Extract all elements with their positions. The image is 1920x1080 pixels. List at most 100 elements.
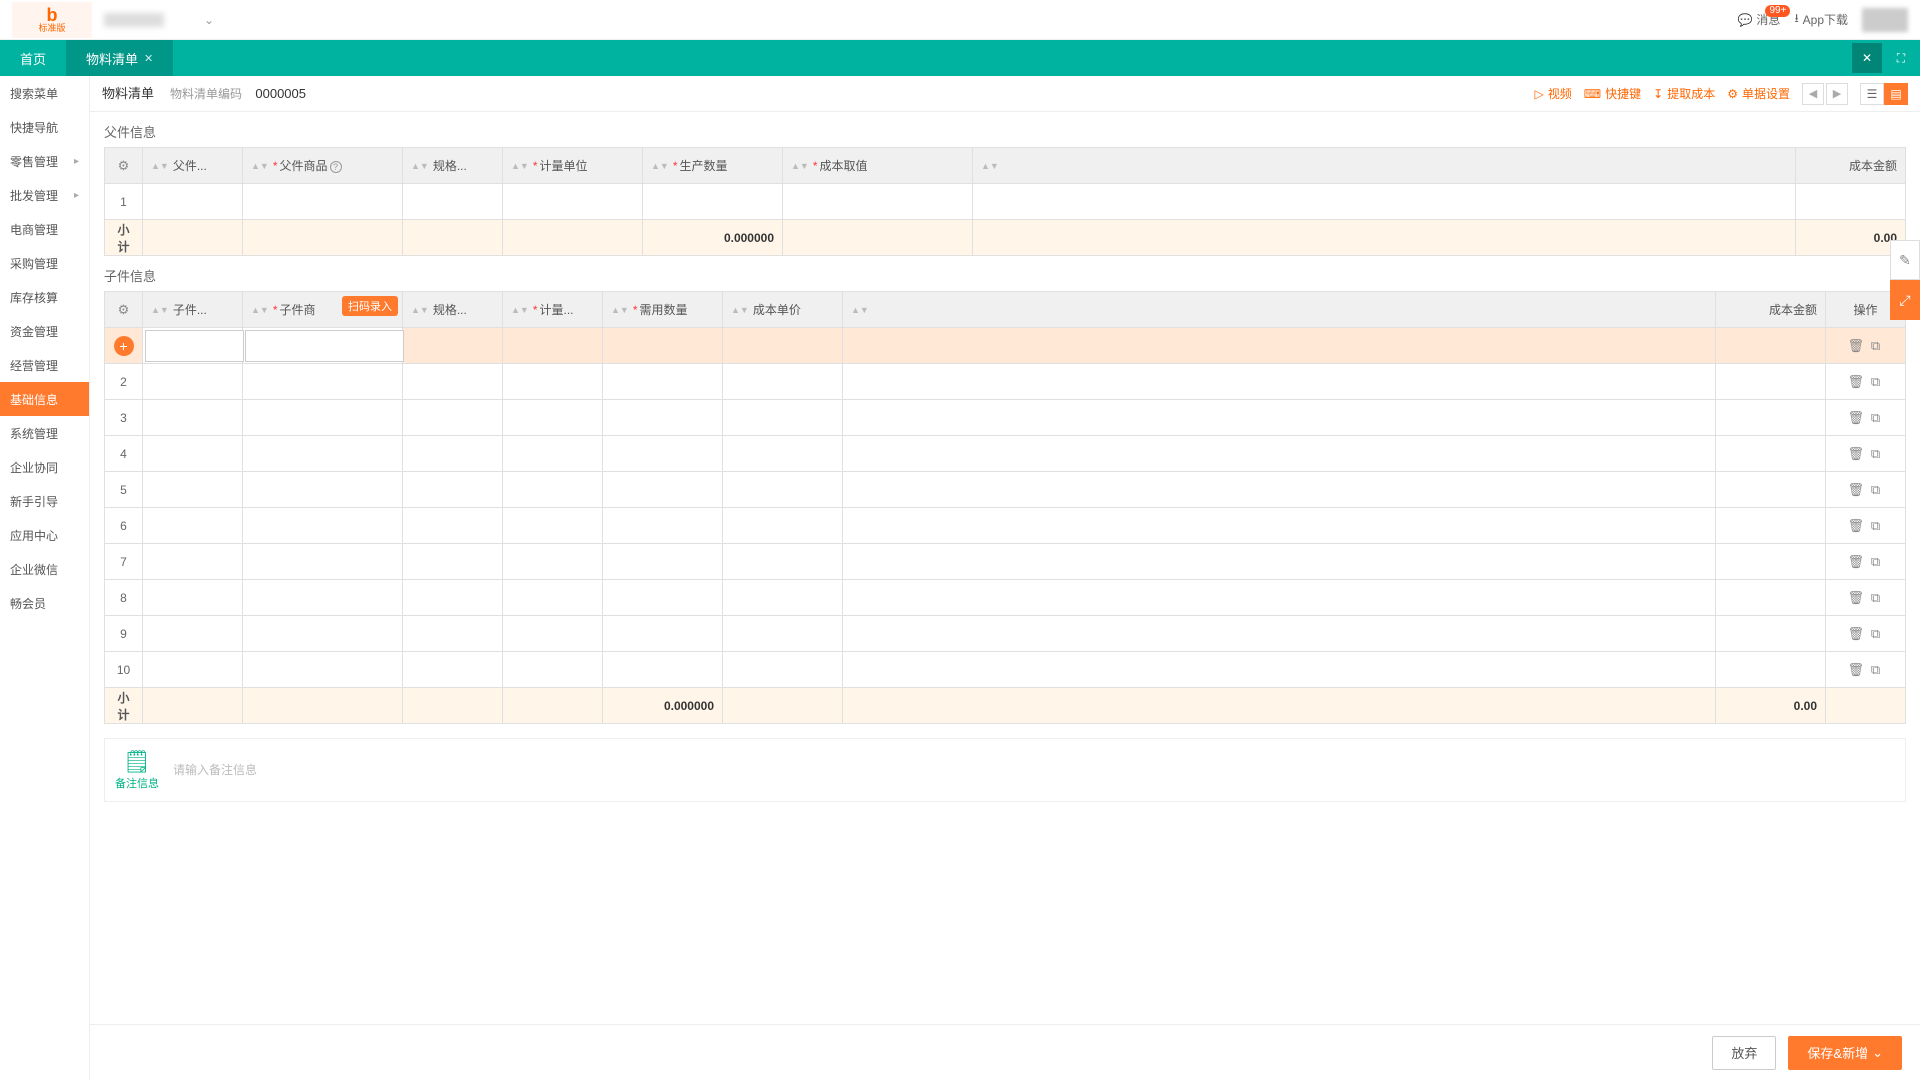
sidebar-item-10[interactable]: 系统管理 [0,416,89,450]
sort-icon[interactable]: ▲▼ [151,308,169,313]
child-product-cell[interactable] [243,652,403,688]
child-cell[interactable] [603,508,723,544]
next-record-button[interactable]: ▶ [1826,83,1848,105]
child-row[interactable]: 6🗑⧉ [105,508,1906,544]
sidebar-item-6[interactable]: 库存核算 [0,280,89,314]
sidebar-item-9[interactable]: 基础信息 [0,382,89,416]
child-cell[interactable] [1716,652,1826,688]
child-cell[interactable] [503,400,603,436]
copy-row-icon[interactable]: ⧉ [1868,662,1884,678]
edge-edit-button[interactable]: ✎ [1890,240,1920,280]
copy-row-icon[interactable]: ⧉ [1868,554,1884,570]
view-form-button[interactable]: ▤ [1884,83,1908,105]
child-cell[interactable] [503,652,603,688]
sidebar-item-13[interactable]: 应用中心 [0,518,89,552]
brand-logo[interactable]: b 标准版 [12,2,92,38]
child-row[interactable]: 8🗑⧉ [105,580,1906,616]
child-cell[interactable] [1716,364,1826,400]
help-icon[interactable]: ? [330,161,342,173]
messages-button[interactable]: 💬 消息 99+ [1737,11,1780,28]
sort-icon[interactable]: ▲▼ [151,164,169,169]
child-row[interactable]: +🗑⧉ [105,328,1906,364]
child-cell[interactable] [723,328,843,364]
delete-row-icon[interactable]: 🗑 [1848,518,1864,534]
child-cell[interactable] [723,652,843,688]
add-row-button[interactable]: + [114,336,134,356]
delete-row-icon[interactable]: 🗑 [1848,410,1864,426]
shortcut-link[interactable]: ⌨ 快捷键 [1584,85,1641,102]
extract-cost-link[interactable]: ↧ 提取成本 [1653,85,1715,102]
child-row[interactable]: 7🗑⧉ [105,544,1906,580]
child-product-cell[interactable] [243,400,403,436]
child-cell[interactable] [603,328,723,364]
child-code-cell[interactable] [143,652,243,688]
child-cell[interactable] [723,472,843,508]
copy-row-icon[interactable]: ⧉ [1868,626,1884,642]
child-cell[interactable] [603,400,723,436]
child-cell[interactable] [603,364,723,400]
child-cell[interactable] [723,400,843,436]
sidebar-item-4[interactable]: 电商管理 [0,212,89,246]
child-row[interactable]: 2🗑⧉ [105,364,1906,400]
child-cell[interactable] [603,652,723,688]
sidebar-item-11[interactable]: 企业协同 [0,450,89,484]
child-cell[interactable] [403,400,503,436]
close-icon[interactable]: ✕ [144,52,153,65]
child-code-cell[interactable] [143,616,243,652]
save-and-new-button[interactable]: 保存&新增⌄ [1788,1036,1902,1070]
delete-row-icon[interactable]: 🗑 [1848,554,1864,570]
sort-icon[interactable]: ▲▼ [511,164,529,169]
child-cell[interactable] [723,544,843,580]
child-cell[interactable] [403,364,503,400]
child-cell[interactable] [1716,472,1826,508]
child-cell[interactable] [603,580,723,616]
child-cell[interactable] [503,364,603,400]
child-cell[interactable] [603,436,723,472]
video-link[interactable]: ▷ 视频 [1535,85,1572,102]
parent-code-cell[interactable] [143,184,243,220]
sidebar-item-14[interactable]: 企业微信 [0,552,89,586]
delete-row-icon[interactable]: 🗑 [1848,662,1864,678]
content-tab-main[interactable]: 物料清单 [102,83,154,104]
delete-row-icon[interactable]: 🗑 [1848,446,1864,462]
child-cell[interactable] [503,436,603,472]
child-cell[interactable] [403,508,503,544]
delete-row-icon[interactable]: 🗑 [1848,374,1864,390]
discard-button[interactable]: 放弃 [1712,1036,1776,1070]
child-cell[interactable] [843,616,1716,652]
parent-row[interactable]: 1 [105,184,1906,220]
delete-row-icon[interactable]: 🗑 [1848,482,1864,498]
sidebar-item-5[interactable]: 采购管理 [0,246,89,280]
user-avatar[interactable] [1862,8,1908,32]
sidebar-item-2[interactable]: 零售管理▸ [0,144,89,178]
sort-icon[interactable]: ▲▼ [511,308,529,313]
edge-expand-button[interactable]: ⤢ [1890,280,1920,320]
child-cell[interactable] [843,436,1716,472]
sidebar-item-7[interactable]: 资金管理 [0,314,89,348]
child-code-cell[interactable] [143,508,243,544]
child-cell[interactable] [843,364,1716,400]
sort-icon[interactable]: ▲▼ [731,308,749,313]
child-row[interactable]: 10🗑⧉ [105,652,1906,688]
child-code-cell[interactable] [143,400,243,436]
child-product-cell[interactable] [243,616,403,652]
child-cell[interactable] [403,652,503,688]
child-cell[interactable] [723,580,843,616]
child-cell[interactable] [503,472,603,508]
copy-row-icon[interactable]: ⧉ [1868,410,1884,426]
sort-icon[interactable]: ▲▼ [851,308,869,313]
sort-icon[interactable]: ▲▼ [981,164,999,169]
sidebar-item-0[interactable]: 搜索菜单 [0,76,89,110]
child-row[interactable]: 9🗑⧉ [105,616,1906,652]
child-cell[interactable] [843,400,1716,436]
delete-row-icon[interactable]: 🗑 [1848,590,1864,606]
sort-icon[interactable]: ▲▼ [251,164,269,169]
child-cell[interactable] [1716,436,1826,472]
parent-spec-cell[interactable] [403,184,503,220]
parent-qty-cell[interactable] [643,184,783,220]
sidebar-item-12[interactable]: 新手引导 [0,484,89,518]
parent-unit-cell[interactable] [503,184,643,220]
sort-icon[interactable]: ▲▼ [611,308,629,313]
copy-row-icon[interactable]: ⧉ [1868,446,1884,462]
sidebar-item-3[interactable]: 批发管理▸ [0,178,89,212]
